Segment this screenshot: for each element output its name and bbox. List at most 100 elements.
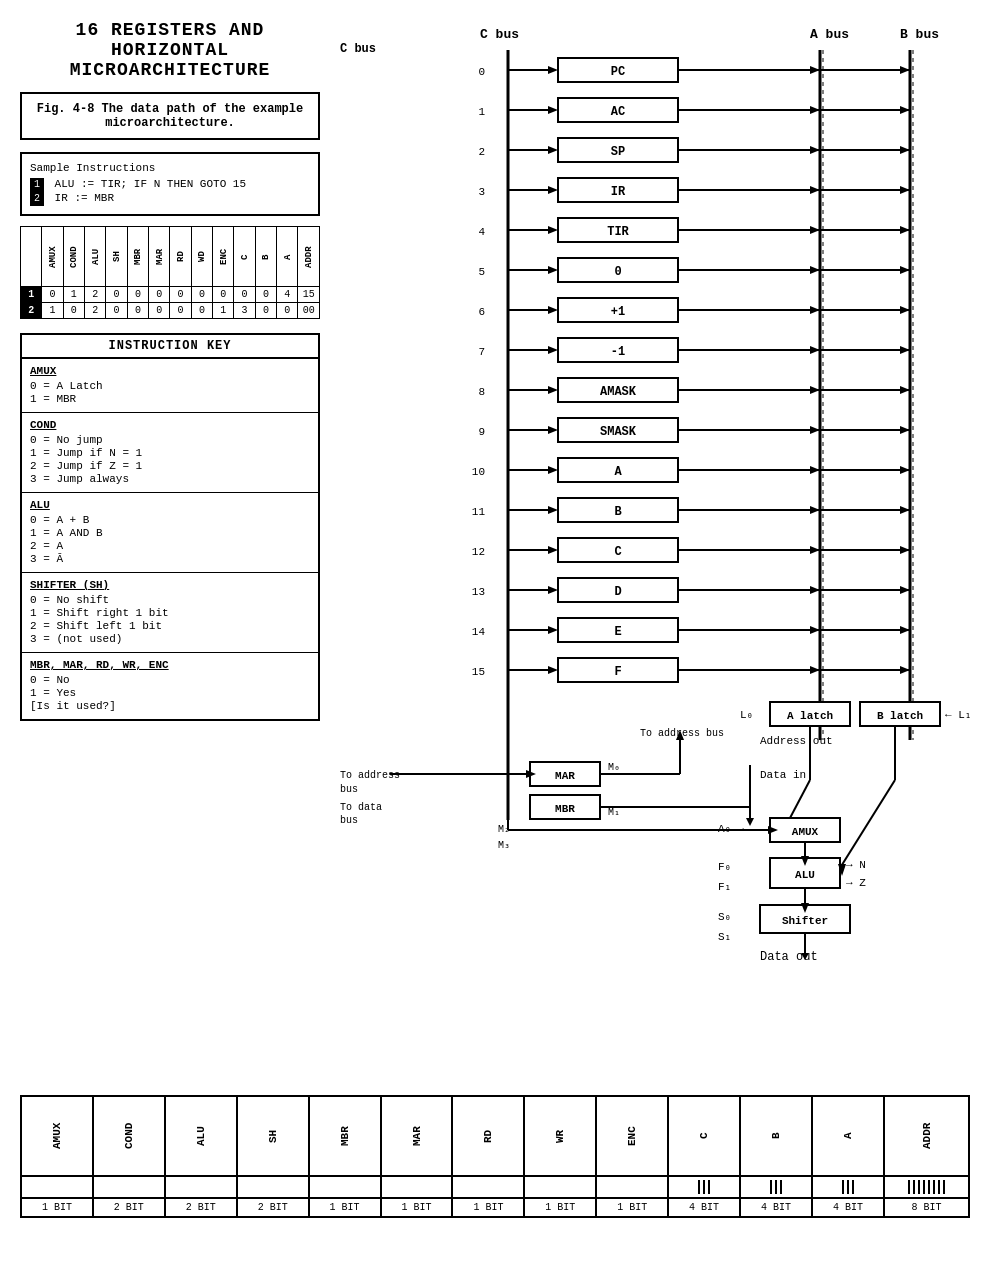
svg-marker-37 <box>548 186 558 194</box>
svg-text:C: C <box>614 545 621 559</box>
alu-section: ALU 0 = A + B 1 = A AND B 2 = A 3 = Ā <box>22 493 318 573</box>
svg-text:AC: AC <box>611 105 625 119</box>
table-row-bits: 1 BIT 2 BIT 2 BIT 2 BIT 1 BIT 1 BIT 1 BI… <box>21 1198 969 1217</box>
svg-marker-55 <box>548 266 558 274</box>
svg-text:F₁: F₁ <box>718 881 731 893</box>
svg-text:B: B <box>614 505 621 519</box>
svg-text:AMASK: AMASK <box>600 385 637 399</box>
svg-text:TIR: TIR <box>607 225 629 239</box>
sample-instructions: Sample Instructions 1 ALU := TIR; IF N T… <box>20 152 320 216</box>
svg-text:2: 2 <box>478 146 485 158</box>
svg-text:L₀: L₀ <box>740 709 753 721</box>
svg-text:5: 5 <box>478 266 485 278</box>
svg-text:MBR: MBR <box>555 803 575 815</box>
svg-text:Data in: Data in <box>760 769 806 781</box>
svg-text:← L₁: ← L₁ <box>945 709 970 721</box>
main-title-line2: HORIZONTAL MICROARCHITECTURE <box>20 40 320 80</box>
svg-text:A latch: A latch <box>787 710 833 722</box>
title-section: 16 REGISTERS AND HORIZONTAL MICROARCHITE… <box>20 20 320 80</box>
svg-text:12: 12 <box>472 546 485 558</box>
svg-text:3: 3 <box>478 186 485 198</box>
svg-text:14: 14 <box>472 626 486 638</box>
svg-text:→ Z: → Z <box>846 877 866 889</box>
table-row: 2 1 0 2 0 0 0 0 0 1 3 0 0 00 <box>21 303 320 319</box>
svg-text:6: 6 <box>478 306 485 318</box>
svg-text:0: 0 <box>478 66 485 78</box>
svg-text:7: 7 <box>478 346 485 358</box>
svg-text:M₁: M₁ <box>608 807 620 818</box>
fig-caption: Fig. 4-8 The data path of the example mi… <box>20 92 320 140</box>
svg-text:F₀: F₀ <box>718 861 731 873</box>
page: 16 REGISTERS AND HORIZONTAL MICROARCHITE… <box>0 0 989 1280</box>
svg-text:+1: +1 <box>611 305 625 319</box>
svg-text:To data: To data <box>340 802 382 813</box>
svg-text:Shifter: Shifter <box>782 915 828 927</box>
svg-text:0: 0 <box>614 265 621 279</box>
svg-text:ALU: ALU <box>795 869 815 881</box>
svg-marker-64 <box>548 306 558 314</box>
table-row <box>21 1176 969 1198</box>
svg-text:1: 1 <box>478 106 485 118</box>
svg-text:F: F <box>614 665 621 679</box>
micro-table: AMUX COND ALU SH MBR MAR RD WD ENC C B A… <box>20 226 320 319</box>
svg-text:B bus: B bus <box>900 27 939 42</box>
svg-marker-127 <box>548 586 558 594</box>
svg-marker-211 <box>746 818 754 826</box>
bottom-table: AMUX COND ALU SH MBR MAR RD WR ENC C B A… <box>20 1095 970 1218</box>
svg-marker-100 <box>548 466 558 474</box>
amux-section: AMUX 0 = A Latch 1 = MBR <box>22 359 318 413</box>
svg-text:C bus: C bus <box>340 42 376 56</box>
svg-marker-145 <box>548 666 558 674</box>
instruction-key: INSTRUCTION KEY AMUX 0 = A Latch 1 = MBR… <box>20 333 320 721</box>
svg-marker-118 <box>548 546 558 554</box>
svg-line-201 <box>790 780 810 818</box>
svg-marker-136 <box>548 626 558 634</box>
svg-text:C bus: C bus <box>480 27 519 42</box>
svg-text:A bus: A bus <box>810 27 849 42</box>
svg-text:S₀: S₀ <box>718 911 731 923</box>
svg-marker-82 <box>548 386 558 394</box>
svg-marker-28 <box>548 146 558 154</box>
mbr-section: MBR, MAR, RD, WR, ENC 0 = No 1 = Yes [Is… <box>22 653 318 719</box>
svg-text:bus: bus <box>340 784 358 795</box>
svg-text:MAR: MAR <box>555 770 575 782</box>
svg-text:A: A <box>614 465 622 479</box>
svg-line-203 <box>840 780 895 868</box>
svg-text:PC: PC <box>611 65 625 79</box>
svg-text:SP: SP <box>611 145 625 159</box>
svg-text:→ N: → N <box>846 859 866 871</box>
bottom-table-section: AMUX COND ALU SH MBR MAR RD WR ENC C B A… <box>20 1095 970 1218</box>
svg-text:4: 4 <box>478 226 485 238</box>
svg-text:M₃: M₃ <box>498 840 510 851</box>
svg-text:AMUX: AMUX <box>792 826 819 838</box>
shifter-section: SHIFTER (SH) 0 = No shift 1 = Shift righ… <box>22 573 318 653</box>
main-title: 16 REGISTERS AND <box>20 20 320 40</box>
svg-text:Data out: Data out <box>760 950 818 964</box>
svg-marker-46 <box>548 226 558 234</box>
left-panel: 16 REGISTERS AND HORIZONTAL MICROARCHITE… <box>20 20 320 721</box>
svg-text:B latch: B latch <box>877 710 923 722</box>
svg-marker-19 <box>548 106 558 114</box>
svg-text:SMASK: SMASK <box>600 425 637 439</box>
right-panel: C bus A bus B bus 0 PC <box>330 20 970 1004</box>
architecture-diagram: C bus A bus B bus 0 PC <box>330 20 970 1000</box>
svg-marker-91 <box>548 426 558 434</box>
svg-marker-73 <box>548 346 558 354</box>
svg-text:S₁: S₁ <box>718 931 731 943</box>
cond-section: COND 0 = No jump 1 = Jump if N = 1 2 = J… <box>22 413 318 493</box>
svg-text:15: 15 <box>472 666 485 678</box>
svg-text:IR: IR <box>611 185 626 199</box>
svg-text:bus: bus <box>340 815 358 826</box>
svg-text:Address out: Address out <box>760 735 833 747</box>
svg-marker-10 <box>548 66 558 74</box>
svg-text:9: 9 <box>478 426 485 438</box>
svg-text:M₀: M₀ <box>608 762 620 773</box>
svg-text:To address: To address <box>340 770 400 781</box>
svg-text:11: 11 <box>472 506 486 518</box>
svg-text:E: E <box>614 625 621 639</box>
svg-text:-1: -1 <box>611 345 625 359</box>
svg-text:10: 10 <box>472 466 485 478</box>
svg-text:D: D <box>614 585 621 599</box>
table-row: 1 0 1 2 0 0 0 0 0 0 0 0 4 15 <box>21 287 320 303</box>
svg-marker-109 <box>548 506 558 514</box>
